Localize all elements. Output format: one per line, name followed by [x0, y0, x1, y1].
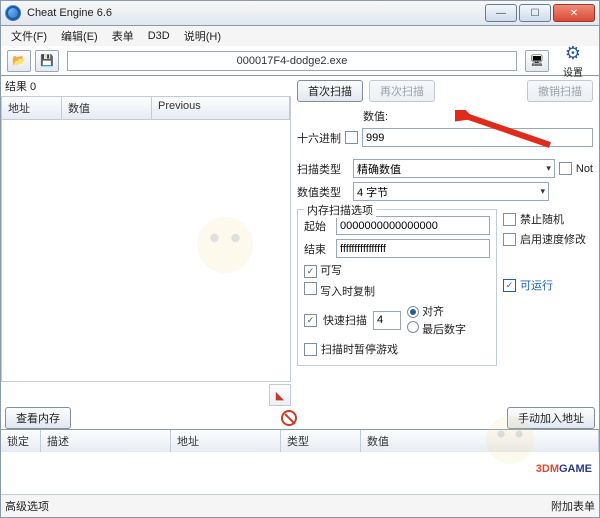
- app-icon: [5, 5, 21, 21]
- minimize-button[interactable]: —: [485, 4, 517, 22]
- no-random-label: 禁止随机: [520, 211, 564, 227]
- menu-d3d[interactable]: D3D: [142, 28, 176, 44]
- not-label: Not: [576, 163, 593, 175]
- align-radio[interactable]: [407, 306, 419, 318]
- table-extras[interactable]: 附加表单: [551, 498, 595, 514]
- start-input[interactable]: [336, 216, 490, 235]
- window-title: Cheat Engine 6.6: [27, 7, 485, 19]
- speedhack-icon-button[interactable]: ◣: [269, 384, 291, 406]
- value-type-dropdown[interactable]: 4 字节: [353, 182, 549, 201]
- menu-edit[interactable]: 编辑(E): [55, 26, 104, 46]
- view-memory-button[interactable]: 查看内存: [5, 407, 71, 429]
- col-address[interactable]: 地址: [2, 97, 62, 119]
- toolbar: 📂 💾 000017F4-dodge2.exe 🖥 ⚙ 设置: [0, 46, 600, 76]
- settings-icon[interactable]: ⚙: [565, 43, 581, 64]
- value-input[interactable]: [362, 128, 593, 147]
- process-name: 000017F4-dodge2.exe: [237, 55, 348, 67]
- last-digit-label: 最后数字: [422, 324, 466, 336]
- mascot-icon: [480, 410, 540, 470]
- col-previous[interactable]: Previous: [152, 97, 290, 119]
- stop-label: 结束: [304, 241, 332, 257]
- menu-table[interactable]: 表单: [106, 26, 140, 46]
- last-digit-radio[interactable]: [407, 321, 419, 333]
- col-desc[interactable]: 描述: [41, 430, 171, 452]
- col-active[interactable]: 锁定: [1, 430, 41, 452]
- open-process-button[interactable]: 🖥: [525, 50, 549, 72]
- col-value[interactable]: 数值: [62, 97, 152, 119]
- col-type[interactable]: 类型: [281, 430, 361, 452]
- value-type-label: 数值类型: [297, 184, 349, 200]
- speedmod-label: 启用速度修改: [520, 231, 586, 247]
- cow-checkbox[interactable]: [304, 282, 317, 295]
- scan-type-dropdown[interactable]: 精确数值: [353, 159, 555, 178]
- fastscan-checkbox[interactable]: [304, 314, 317, 327]
- disk-icon: 💾: [40, 54, 54, 67]
- main-content: 结果 0 地址 数值 Previous ◣ 首次扫描 再次扫描 撤销扫描 数值:…: [0, 76, 600, 406]
- value-label: 数值:: [363, 108, 388, 124]
- memory-scan-title: 内存扫描选项: [304, 202, 376, 218]
- hex-checkbox[interactable]: [345, 131, 358, 144]
- results-header: 地址 数值 Previous: [1, 96, 291, 120]
- mascot-icon: [190, 210, 260, 280]
- close-button[interactable]: ✕: [553, 4, 595, 22]
- fastscan-label: 快速扫描: [323, 312, 367, 328]
- title-bar: Cheat Engine 6.6 — ☐ ✕: [0, 0, 600, 26]
- computer-icon: 🖥: [530, 54, 544, 67]
- stop-input[interactable]: [336, 239, 490, 258]
- memory-scan-group: 内存扫描选项 起始 结束 可写 写入时复制 快速扫描: [297, 209, 497, 366]
- menu-bar: 文件(F) 编辑(E) 表单 D3D 说明(H): [0, 26, 600, 46]
- no-random-checkbox[interactable]: [503, 213, 516, 226]
- writable-checkbox[interactable]: [304, 265, 317, 278]
- scan-panel: 首次扫描 再次扫描 撤销扫描 数值: 十六进制 扫描类型 精确数值 Not 数值…: [291, 76, 599, 406]
- writable-label: 可写: [320, 265, 342, 277]
- first-scan-button[interactable]: 首次扫描: [297, 80, 363, 102]
- runnable-label: 可运行: [520, 277, 553, 293]
- maximize-button[interactable]: ☐: [519, 4, 551, 22]
- next-scan-button: 再次扫描: [369, 80, 435, 102]
- process-selector[interactable]: 000017F4-dodge2.exe: [67, 51, 517, 71]
- watermark: 3DMGAME: [536, 456, 592, 477]
- save-button[interactable]: 💾: [35, 50, 59, 72]
- pause-checkbox[interactable]: [304, 343, 317, 356]
- undo-scan-button: 撤销扫描: [527, 80, 593, 102]
- runnable-checkbox[interactable]: [503, 279, 516, 292]
- speedmod-checkbox[interactable]: [503, 233, 516, 246]
- menu-file[interactable]: 文件(F): [5, 26, 53, 46]
- alignment-input[interactable]: [373, 311, 401, 330]
- col-addr2[interactable]: 地址: [171, 430, 281, 452]
- cow-label: 写入时复制: [320, 286, 375, 298]
- align-label: 对齐: [422, 306, 444, 318]
- open-file-button[interactable]: 📂: [7, 50, 31, 72]
- hex-label: 十六进制: [297, 130, 341, 146]
- forbidden-icon: [281, 410, 297, 426]
- advanced-options[interactable]: 高级选项: [5, 498, 49, 514]
- side-options: 禁止随机 启用速度修改 可运行: [503, 205, 593, 366]
- menu-help[interactable]: 说明(H): [178, 26, 227, 46]
- folder-icon: 📂: [12, 54, 26, 67]
- scan-type-label: 扫描类型: [297, 161, 349, 177]
- pointer-icon: ◣: [276, 389, 284, 402]
- results-count: 结果 0: [1, 76, 291, 96]
- start-label: 起始: [304, 218, 332, 234]
- pause-label: 扫描时暂停游戏: [321, 341, 398, 357]
- not-checkbox[interactable]: [559, 162, 572, 175]
